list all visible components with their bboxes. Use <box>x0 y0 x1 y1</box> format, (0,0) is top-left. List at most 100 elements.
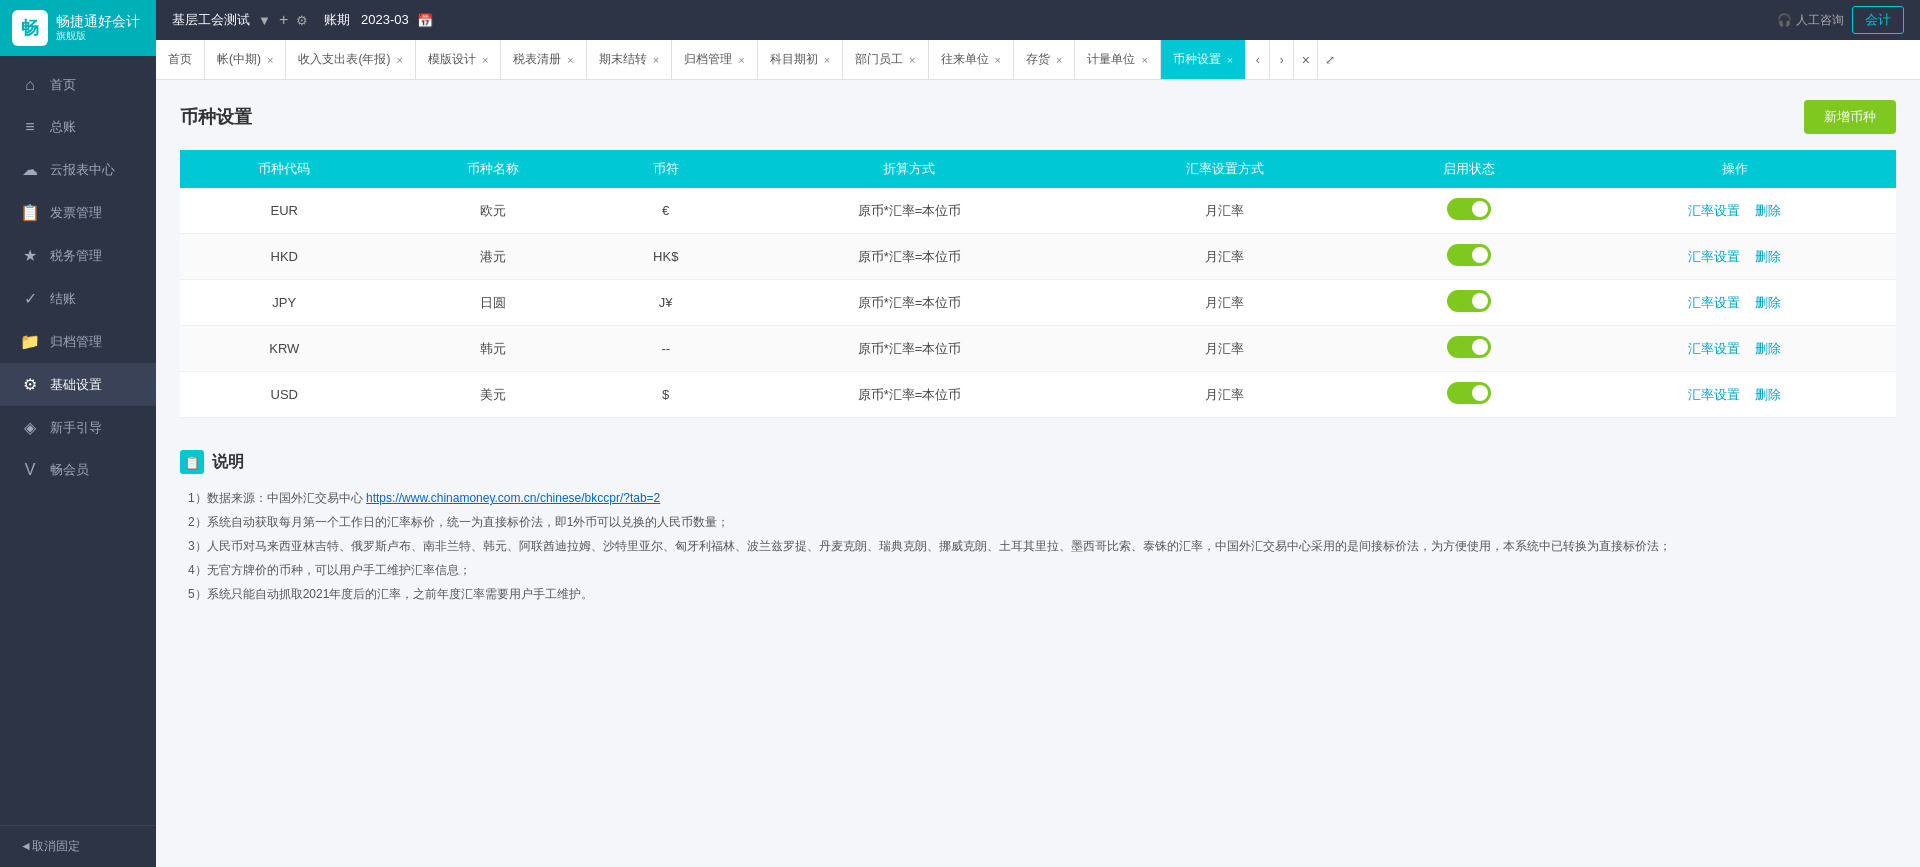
tab-archive[interactable]: 归档管理 × <box>672 40 757 79</box>
tab-period-end[interactable]: 期末结转 × <box>587 40 672 79</box>
app-name: 畅捷通好会计 <box>56 13 140 30</box>
tab-archive-close[interactable]: × <box>738 54 744 66</box>
tab-account-init[interactable]: 科目期初 × <box>758 40 843 79</box>
tab-close-all-button[interactable]: × <box>1294 40 1318 80</box>
account-button[interactable]: 会计 <box>1852 6 1904 34</box>
cell-actions-2: 汇率设置 删除 <box>1573 280 1896 326</box>
cell-status-0 <box>1365 188 1574 234</box>
tab-dept-staff-label: 部门员工 <box>855 51 903 68</box>
tab-dept-staff-close[interactable]: × <box>909 54 915 66</box>
tab-archive-label: 归档管理 <box>684 51 732 68</box>
currency-table: 币种代码 币种名称 币符 折算方式 汇率设置方式 启用状态 操作 EUR 欧元 … <box>180 150 1896 418</box>
tab-currency-label: 币种设置 <box>1173 51 1221 68</box>
toggle-0[interactable] <box>1447 198 1491 220</box>
rate-setting-btn-0[interactable]: 汇率设置 <box>1688 203 1740 218</box>
tab-prev-button[interactable]: ‹ <box>1246 40 1270 80</box>
tax-icon: ★ <box>20 246 40 265</box>
sidebar-item-archive[interactable]: 📁 归档管理 <box>0 320 156 363</box>
tab-expand-button[interactable]: ⤢ <box>1318 40 1342 80</box>
delete-btn-1[interactable]: 删除 <box>1755 249 1781 264</box>
tab-balance-close[interactable]: × <box>267 54 273 66</box>
col-symbol: 币符 <box>597 150 734 188</box>
calendar-icon[interactable]: 📅 <box>417 13 433 28</box>
cell-name-1: 港元 <box>389 234 598 280</box>
col-calc: 折算方式 <box>734 150 1084 188</box>
cell-symbol-0: € <box>597 188 734 234</box>
notes-link[interactable]: https://www.chinamoney.com.cn/chinese/bk… <box>366 491 660 505</box>
tab-period-end-label: 期末结转 <box>599 51 647 68</box>
sidebar-item-checkout[interactable]: ✓ 结账 <box>0 277 156 320</box>
toggle-2[interactable] <box>1447 290 1491 312</box>
tab-income-close[interactable]: × <box>396 54 402 66</box>
delete-btn-4[interactable]: 删除 <box>1755 387 1781 402</box>
cell-actions-1: 汇率设置 删除 <box>1573 234 1896 280</box>
tab-dept-staff[interactable]: 部门员工 × <box>843 40 928 79</box>
toggle-3[interactable] <box>1447 336 1491 358</box>
notes-icon: 📋 <box>180 450 204 474</box>
tab-contacts[interactable]: 往来单位 × <box>929 40 1014 79</box>
cell-status-3 <box>1365 326 1574 372</box>
sidebar-item-member[interactable]: V 畅会员 <box>0 449 156 491</box>
tab-contacts-label: 往来单位 <box>941 51 989 68</box>
tab-tax[interactable]: 税表清册 × <box>501 40 586 79</box>
sidebar-item-invoice[interactable]: 📋 发票管理 <box>0 191 156 234</box>
member-icon: V <box>20 461 40 479</box>
tab-period-end-close[interactable]: × <box>653 54 659 66</box>
tab-currency-close[interactable]: × <box>1227 54 1233 66</box>
rate-setting-btn-1[interactable]: 汇率设置 <box>1688 249 1740 264</box>
new-currency-button[interactable]: 新增币种 <box>1804 100 1896 134</box>
col-name: 币种名称 <box>389 150 598 188</box>
reports-icon: ☁ <box>20 160 40 179</box>
rate-setting-btn-2[interactable]: 汇率设置 <box>1688 295 1740 310</box>
sidebar-item-tax[interactable]: ★ 税务管理 <box>0 234 156 277</box>
sidebar-item-reports[interactable]: ☁ 云报表中心 <box>0 148 156 191</box>
cell-rate-method-0: 月汇率 <box>1085 188 1365 234</box>
tab-inventory-label: 存货 <box>1026 51 1050 68</box>
sidebar-label-tax: 税务管理 <box>50 247 102 265</box>
sidebar-item-ledger[interactable]: ≡ 总账 <box>0 106 156 148</box>
tab-home[interactable]: 首页 <box>156 40 205 79</box>
topbar-right: 🎧 人工咨询 会计 <box>1777 6 1904 34</box>
cell-name-3: 韩元 <box>389 326 598 372</box>
cell-rate-method-2: 月汇率 <box>1085 280 1365 326</box>
invoice-icon: 📋 <box>20 203 40 222</box>
toggle-4[interactable] <box>1447 382 1491 404</box>
tab-currency[interactable]: 币种设置 × <box>1161 40 1246 79</box>
add-tab-button[interactable]: + <box>279 11 288 29</box>
table-row: JPY 日圆 J¥ 原币*汇率=本位币 月汇率 汇率设置 删除 <box>180 280 1896 326</box>
delete-btn-2[interactable]: 删除 <box>1755 295 1781 310</box>
note-item-4: 3）人民币对马来西亚林吉特、俄罗斯卢布、南非兰特、韩元、阿联酋迪拉姆、沙特里亚尔… <box>188 534 1896 558</box>
company-dropdown-icon[interactable]: ▼ <box>258 13 271 28</box>
cell-symbol-3: -- <box>597 326 734 372</box>
tab-inventory-close[interactable]: × <box>1056 54 1062 66</box>
tab-home-label: 首页 <box>168 51 192 68</box>
toggle-1[interactable] <box>1447 244 1491 266</box>
help-button[interactable]: 🎧 人工咨询 <box>1777 12 1844 29</box>
checkout-icon: ✓ <box>20 289 40 308</box>
unpin-button[interactable]: ◄取消固定 <box>0 825 156 867</box>
settings-gear-icon[interactable]: ⚙ <box>296 13 308 28</box>
tab-account-init-close[interactable]: × <box>824 54 830 66</box>
delete-btn-0[interactable]: 删除 <box>1755 203 1781 218</box>
cell-actions-0: 汇率设置 删除 <box>1573 188 1896 234</box>
tab-income[interactable]: 收入支出表(年报) × <box>286 40 415 79</box>
tab-unit[interactable]: 计量单位 × <box>1075 40 1160 79</box>
cell-status-4 <box>1365 372 1574 418</box>
delete-btn-3[interactable]: 删除 <box>1755 341 1781 356</box>
tab-next-button[interactable]: › <box>1270 40 1294 80</box>
sidebar-item-guide[interactable]: ◈ 新手引导 <box>0 406 156 449</box>
tab-tax-close[interactable]: × <box>567 54 573 66</box>
tab-inventory[interactable]: 存货 × <box>1014 40 1075 79</box>
tab-template-close[interactable]: × <box>482 54 488 66</box>
guide-icon: ◈ <box>20 418 40 437</box>
cell-rate-method-1: 月汇率 <box>1085 234 1365 280</box>
tab-template[interactable]: 模版设计 × <box>416 40 501 79</box>
tab-balance[interactable]: 帐(中期) × <box>205 40 286 79</box>
sidebar-item-settings[interactable]: ⚙ 基础设置 <box>0 363 156 406</box>
tab-unit-close[interactable]: × <box>1141 54 1147 66</box>
rate-setting-btn-4[interactable]: 汇率设置 <box>1688 387 1740 402</box>
rate-setting-btn-3[interactable]: 汇率设置 <box>1688 341 1740 356</box>
cell-calc-2: 原币*汇率=本位币 <box>734 280 1084 326</box>
sidebar-item-home[interactable]: ⌂ 首页 <box>0 64 156 106</box>
tab-contacts-close[interactable]: × <box>995 54 1001 66</box>
